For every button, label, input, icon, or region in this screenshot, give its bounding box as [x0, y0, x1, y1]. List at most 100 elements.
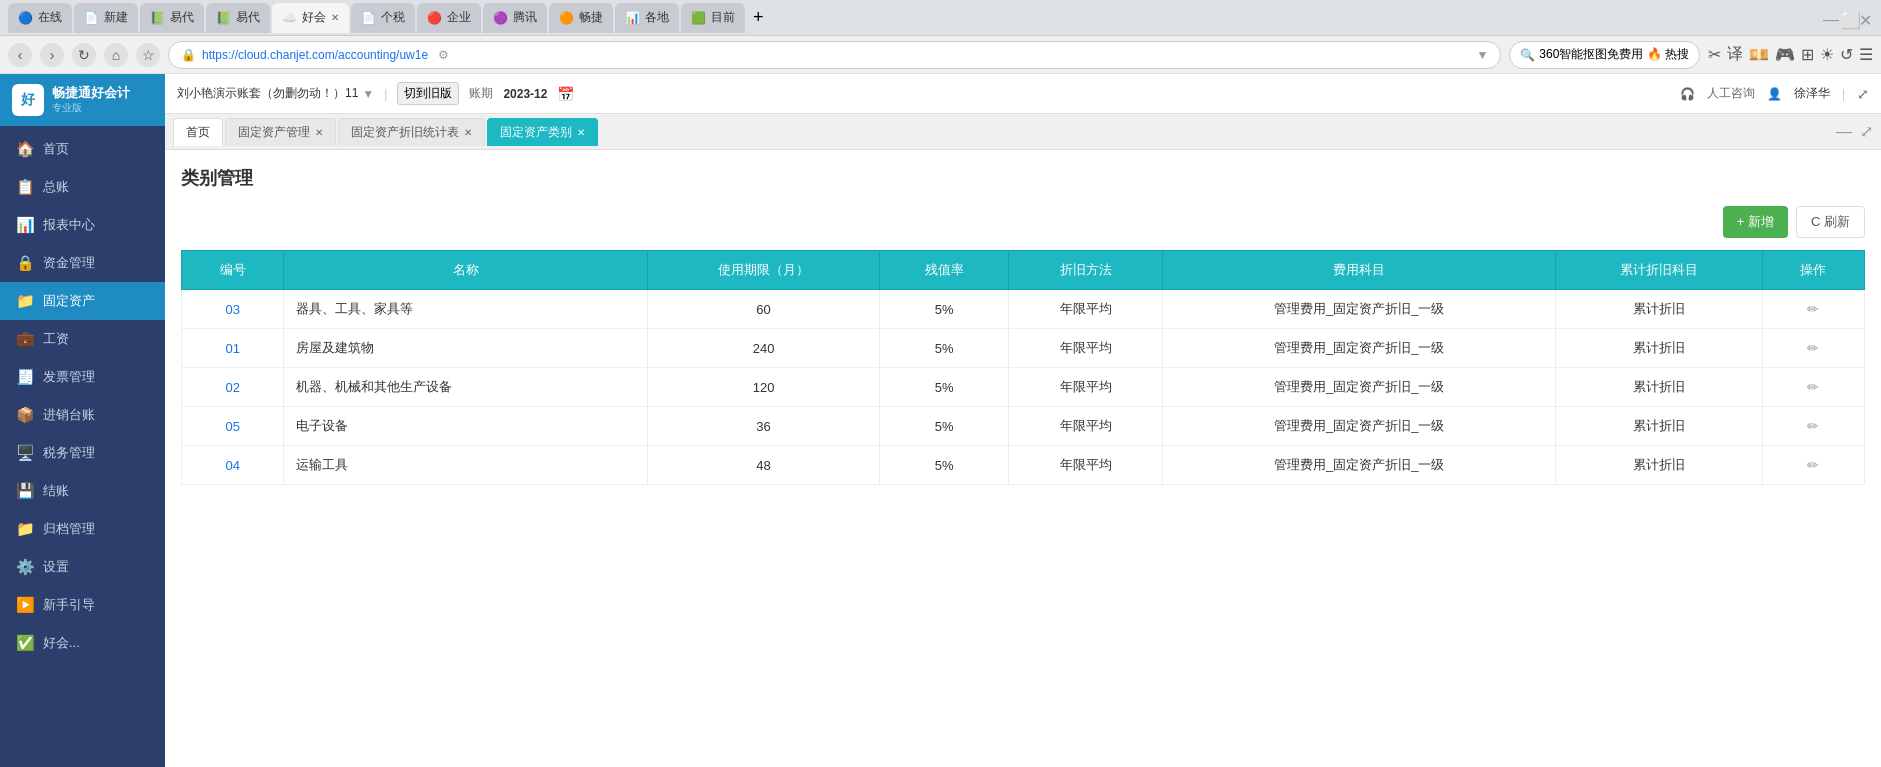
row-months: 60 [647, 290, 880, 329]
tab-expand-icon[interactable]: ⤢ [1860, 122, 1873, 141]
period-label: 账期 [469, 85, 493, 102]
sidebar-item-purchase[interactable]: 📦 进销台账 [0, 396, 165, 434]
table-header: 编号 名称 使用期限（月） 残值率 折旧方法 费用科目 累计折旧科目 操作 [182, 251, 1865, 290]
sidebar-item-guide[interactable]: ▶️ 新手引导 [0, 586, 165, 624]
tab-label: 畅捷 [579, 9, 603, 26]
page-tab-asset-categories[interactable]: 固定资产类别 ✕ [487, 118, 598, 146]
row-acc-subject: 累计折旧 [1555, 368, 1762, 407]
sidebar-item-settings[interactable]: ⚙️ 设置 [0, 548, 165, 586]
browser-tab-changjie[interactable]: 🟠 畅捷 [549, 3, 613, 33]
page-title: 类别管理 [181, 166, 1865, 190]
edit-icon[interactable]: ✏ [1807, 340, 1819, 356]
sidebar-item-archive[interactable]: 📁 归档管理 [0, 510, 165, 548]
page-tab-home[interactable]: 首页 [173, 118, 223, 146]
close-icon[interactable]: ✕ [1859, 11, 1873, 25]
calendar-icon[interactable]: 📅 [557, 86, 574, 102]
brightness-icon[interactable]: ☀ [1820, 45, 1834, 64]
sidebar-item-haohui[interactable]: ✅ 好会... [0, 624, 165, 662]
url-bar[interactable]: 🔒 https://cloud.chanjet.com/accounting/u… [168, 41, 1501, 69]
edit-icon[interactable]: ✏ [1807, 457, 1819, 473]
topbar-right: 🎧 人工咨询 👤 徐泽华 | ⤢ [1680, 85, 1869, 102]
edit-icon[interactable]: ✏ [1807, 418, 1819, 434]
undo-icon[interactable]: ↺ [1840, 45, 1853, 64]
page-tab-depreciation-stats[interactable]: 固定资产折旧统计表 ✕ [338, 118, 485, 146]
edit-icon[interactable]: ✏ [1807, 379, 1819, 395]
refresh-button[interactable]: C 刷新 [1796, 206, 1865, 238]
depreciation-stats-label: 固定资产折旧统计表 [351, 124, 459, 141]
tab-label: 企业 [447, 9, 471, 26]
new-tab-button[interactable]: + [747, 7, 770, 28]
close-depreciation-stats-icon[interactable]: ✕ [464, 127, 472, 138]
add-button[interactable]: + 新增 [1723, 206, 1788, 238]
browser-tab-tengxun[interactable]: 🟣 腾讯 [483, 3, 547, 33]
browser-tab-qiye[interactable]: 🔴 企业 [417, 3, 481, 33]
translate-icon[interactable]: 译 [1727, 44, 1743, 65]
menu-icon[interactable]: ☰ [1859, 45, 1873, 64]
sidebar-item-home[interactable]: 🏠 首页 [0, 130, 165, 168]
browser-tab-haohui[interactable]: ☁️ 好会 ✕ [272, 3, 349, 33]
tab-label: 好会 [302, 9, 326, 26]
tab-label: 易代 [236, 9, 260, 26]
row-name: 器具、工具、家具等 [284, 290, 647, 329]
expand-icon[interactable]: ⤢ [1857, 86, 1869, 102]
tab-close-icon[interactable]: ✕ [331, 12, 339, 23]
forward-button[interactable]: › [40, 43, 64, 67]
search-bar[interactable]: 🔍 360智能抠图免费用 🔥 热搜 [1509, 41, 1700, 69]
payroll-icon: 💼 [16, 330, 35, 348]
sidebar-item-label: 结账 [43, 482, 69, 500]
grid-icon[interactable]: ⊞ [1801, 45, 1814, 64]
browser-tab-gedi[interactable]: 📊 各地 [615, 3, 679, 33]
row-action: ✏ [1762, 290, 1864, 329]
chevron-down-icon[interactable]: ▼ [362, 87, 374, 101]
browser-tab-online[interactable]: 🔵 在线 [8, 3, 72, 33]
close-fixed-assets-mgmt-icon[interactable]: ✕ [315, 127, 323, 138]
bookmark-button[interactable]: ☆ [136, 43, 160, 67]
maximize-icon[interactable]: ⬜ [1841, 11, 1855, 25]
closing-icon: 💾 [16, 482, 35, 500]
row-code: 02 [182, 368, 284, 407]
minimize-icon[interactable]: — [1823, 11, 1837, 25]
row-rate: 5% [880, 329, 1008, 368]
close-asset-categories-icon[interactable]: ✕ [577, 127, 585, 138]
home-button[interactable]: ⌂ [104, 43, 128, 67]
browser-tab-new[interactable]: 📄 新建 [74, 3, 138, 33]
browser-tab-yidai2[interactable]: 📗 易代 [206, 3, 270, 33]
col-rate: 残值率 [880, 251, 1008, 290]
sidebar-item-funds[interactable]: 🔒 资金管理 [0, 244, 165, 282]
sidebar-item-closing[interactable]: 💾 结账 [0, 472, 165, 510]
address-chevron-icon[interactable]: ▼ [1476, 48, 1488, 62]
game-icon[interactable]: 🎮 [1775, 45, 1795, 64]
row-subject: 管理费用_固定资产折旧_一级 [1163, 446, 1555, 485]
help-label[interactable]: 人工咨询 [1707, 85, 1755, 102]
back-button[interactable]: ‹ [8, 43, 32, 67]
sidebar-item-payroll[interactable]: 💼 工资 [0, 320, 165, 358]
sidebar-item-fixed-assets[interactable]: 📁 固定资产 [0, 282, 165, 320]
switch-version-button[interactable]: 切到旧版 [397, 82, 459, 105]
table-row: 04 运输工具 48 5% 年限平均 管理费用_固定资产折旧_一级 累计折旧 ✏ [182, 446, 1865, 485]
table-row: 03 器具、工具、家具等 60 5% 年限平均 管理费用_固定资产折旧_一级 累… [182, 290, 1865, 329]
sidebar-item-invoice[interactable]: 🧾 发票管理 [0, 358, 165, 396]
col-acc-subject: 累计折旧科目 [1555, 251, 1762, 290]
col-subject: 费用科目 [1163, 251, 1555, 290]
row-subject: 管理费用_固定资产折旧_一级 [1163, 407, 1555, 446]
page-tab-fixed-assets-mgmt[interactable]: 固定资产管理 ✕ [225, 118, 336, 146]
reload-button[interactable]: ↻ [72, 43, 96, 67]
tab-minimize-icon[interactable]: — [1836, 123, 1852, 141]
funds-icon: 🔒 [16, 254, 35, 272]
currency-icon[interactable]: 💴 [1749, 45, 1769, 64]
browser-tab-muqian[interactable]: 🟩 目前 [681, 3, 745, 33]
tab-label: 在线 [38, 9, 62, 26]
search-text: 360智能抠图免费用 🔥 热搜 [1539, 46, 1689, 63]
sidebar-item-ledger[interactable]: 📋 总账 [0, 168, 165, 206]
sidebar-item-label: 税务管理 [43, 444, 95, 462]
row-subject: 管理费用_固定资产折旧_一级 [1163, 329, 1555, 368]
help-icon[interactable]: 🎧 [1680, 87, 1695, 101]
browser-tab-geshui[interactable]: 📄 个税 [351, 3, 415, 33]
sidebar-item-tax[interactable]: 🖥️ 税务管理 [0, 434, 165, 472]
cut-icon[interactable]: ✂ [1708, 45, 1721, 64]
browser-tab-yidai1[interactable]: 📗 易代 [140, 3, 204, 33]
edit-icon[interactable]: ✏ [1807, 301, 1819, 317]
col-name: 名称 [284, 251, 647, 290]
tab-icon: 📄 [361, 11, 376, 25]
sidebar-item-reports[interactable]: 📊 报表中心 [0, 206, 165, 244]
